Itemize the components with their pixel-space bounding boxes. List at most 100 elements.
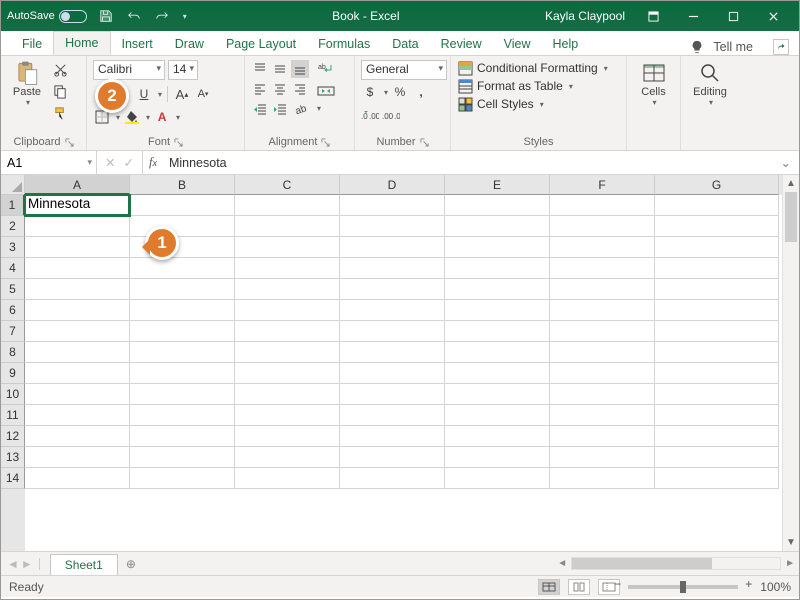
cell[interactable] [550, 279, 655, 300]
cell[interactable] [655, 300, 779, 321]
cell[interactable] [550, 405, 655, 426]
cell[interactable] [235, 363, 340, 384]
decrease-indent-icon[interactable] [251, 100, 269, 118]
expand-formula-bar-icon[interactable]: ⌄ [773, 155, 799, 170]
vertical-scrollbar[interactable]: ▲ ▼ [782, 175, 799, 551]
row-header[interactable]: 8 [1, 342, 25, 363]
share-icon[interactable] [773, 39, 789, 55]
row-header[interactable]: 13 [1, 447, 25, 468]
cell[interactable] [655, 195, 779, 216]
decrease-font-icon[interactable]: A▾ [194, 85, 212, 103]
cell[interactable] [130, 279, 235, 300]
cell[interactable] [25, 216, 130, 237]
undo-icon[interactable] [125, 7, 143, 25]
align-right-icon[interactable] [291, 80, 309, 98]
align-left-icon[interactable] [251, 80, 269, 98]
row-header[interactable]: 6 [1, 300, 25, 321]
cell[interactable] [130, 405, 235, 426]
row-header[interactable]: 14 [1, 468, 25, 489]
cell[interactable] [130, 258, 235, 279]
cells-button[interactable]: Cells ▾ [634, 60, 674, 107]
cell[interactable] [130, 384, 235, 405]
scroll-right-icon[interactable]: ► [785, 558, 795, 569]
align-bottom-icon[interactable] [291, 60, 309, 78]
row-header[interactable]: 7 [1, 321, 25, 342]
save-icon[interactable] [97, 7, 115, 25]
horizontal-scrollbar[interactable]: ◄ ► [144, 557, 799, 570]
chevron-down-icon[interactable]: ▾ [317, 104, 337, 113]
cell[interactable] [445, 195, 550, 216]
cell[interactable] [445, 258, 550, 279]
cell[interactable] [340, 426, 445, 447]
cell[interactable] [130, 321, 235, 342]
scroll-down-icon[interactable]: ▼ [783, 534, 799, 551]
paste-button[interactable]: Paste ▾ [7, 60, 47, 107]
cell[interactable] [445, 216, 550, 237]
tab-review[interactable]: Review [430, 33, 493, 55]
cell[interactable] [340, 195, 445, 216]
cell[interactable] [445, 321, 550, 342]
cell[interactable] [655, 237, 779, 258]
cell[interactable] [550, 258, 655, 279]
cell[interactable] [655, 321, 779, 342]
font-color-icon[interactable]: A [153, 108, 171, 126]
tab-page-layout[interactable]: Page Layout [215, 33, 307, 55]
chevron-down-icon[interactable]: ▾ [146, 113, 150, 122]
row-header[interactable]: 2 [1, 216, 25, 237]
sheet-next-icon[interactable]: ► [21, 557, 33, 571]
cell[interactable] [550, 426, 655, 447]
row-header[interactable]: 12 [1, 426, 25, 447]
cell[interactable] [235, 468, 340, 489]
number-format-combo[interactable]: General [361, 60, 447, 80]
cell[interactable] [235, 300, 340, 321]
toggle-off-icon[interactable] [59, 10, 87, 23]
autosave-toggle[interactable]: AutoSave [7, 10, 87, 23]
cell[interactable] [550, 468, 655, 489]
tell-me-lightbulb-icon[interactable] [689, 39, 705, 55]
cell[interactable] [655, 426, 779, 447]
fx-icon[interactable]: fx [143, 155, 163, 170]
cell-styles-button[interactable]: Cell Styles▾ [457, 96, 608, 112]
cell[interactable] [445, 279, 550, 300]
cell[interactable] [235, 216, 340, 237]
cell[interactable] [340, 237, 445, 258]
cell[interactable] [25, 237, 130, 258]
tab-file[interactable]: File [11, 33, 53, 55]
cell[interactable] [655, 405, 779, 426]
cell[interactable] [340, 279, 445, 300]
row-header[interactable]: 5 [1, 279, 25, 300]
row-header[interactable]: 1 [1, 195, 25, 216]
cell[interactable] [445, 447, 550, 468]
cell[interactable] [130, 300, 235, 321]
cell[interactable] [550, 384, 655, 405]
maximize-button[interactable] [713, 1, 753, 31]
increase-indent-icon[interactable] [271, 100, 289, 118]
cell[interactable] [655, 384, 779, 405]
scrollbar-thumb[interactable] [572, 558, 712, 569]
tab-formulas[interactable]: Formulas [307, 33, 381, 55]
align-top-icon[interactable] [251, 60, 269, 78]
close-button[interactable] [753, 1, 793, 31]
cell[interactable]: Minnesota [25, 195, 130, 216]
column-header[interactable]: A [25, 175, 130, 195]
chevron-down-icon[interactable]: ▾ [384, 88, 388, 97]
cell[interactable] [340, 363, 445, 384]
cell[interactable] [445, 237, 550, 258]
cell[interactable] [25, 405, 130, 426]
column-header[interactable]: B [130, 175, 235, 195]
cell[interactable] [235, 405, 340, 426]
cell[interactable] [130, 468, 235, 489]
font-name-combo[interactable]: Calibri [93, 60, 165, 80]
cell[interactable] [550, 300, 655, 321]
redo-icon[interactable] [153, 7, 171, 25]
tab-help[interactable]: Help [542, 33, 590, 55]
cell[interactable] [655, 447, 779, 468]
cell[interactable] [655, 468, 779, 489]
cell[interactable] [340, 447, 445, 468]
cell[interactable] [25, 426, 130, 447]
cell[interactable] [655, 363, 779, 384]
merge-center-icon[interactable] [315, 82, 337, 100]
column-header[interactable]: F [550, 175, 655, 195]
chevron-down-icon[interactable]: ▾ [116, 113, 120, 122]
cell[interactable] [445, 342, 550, 363]
